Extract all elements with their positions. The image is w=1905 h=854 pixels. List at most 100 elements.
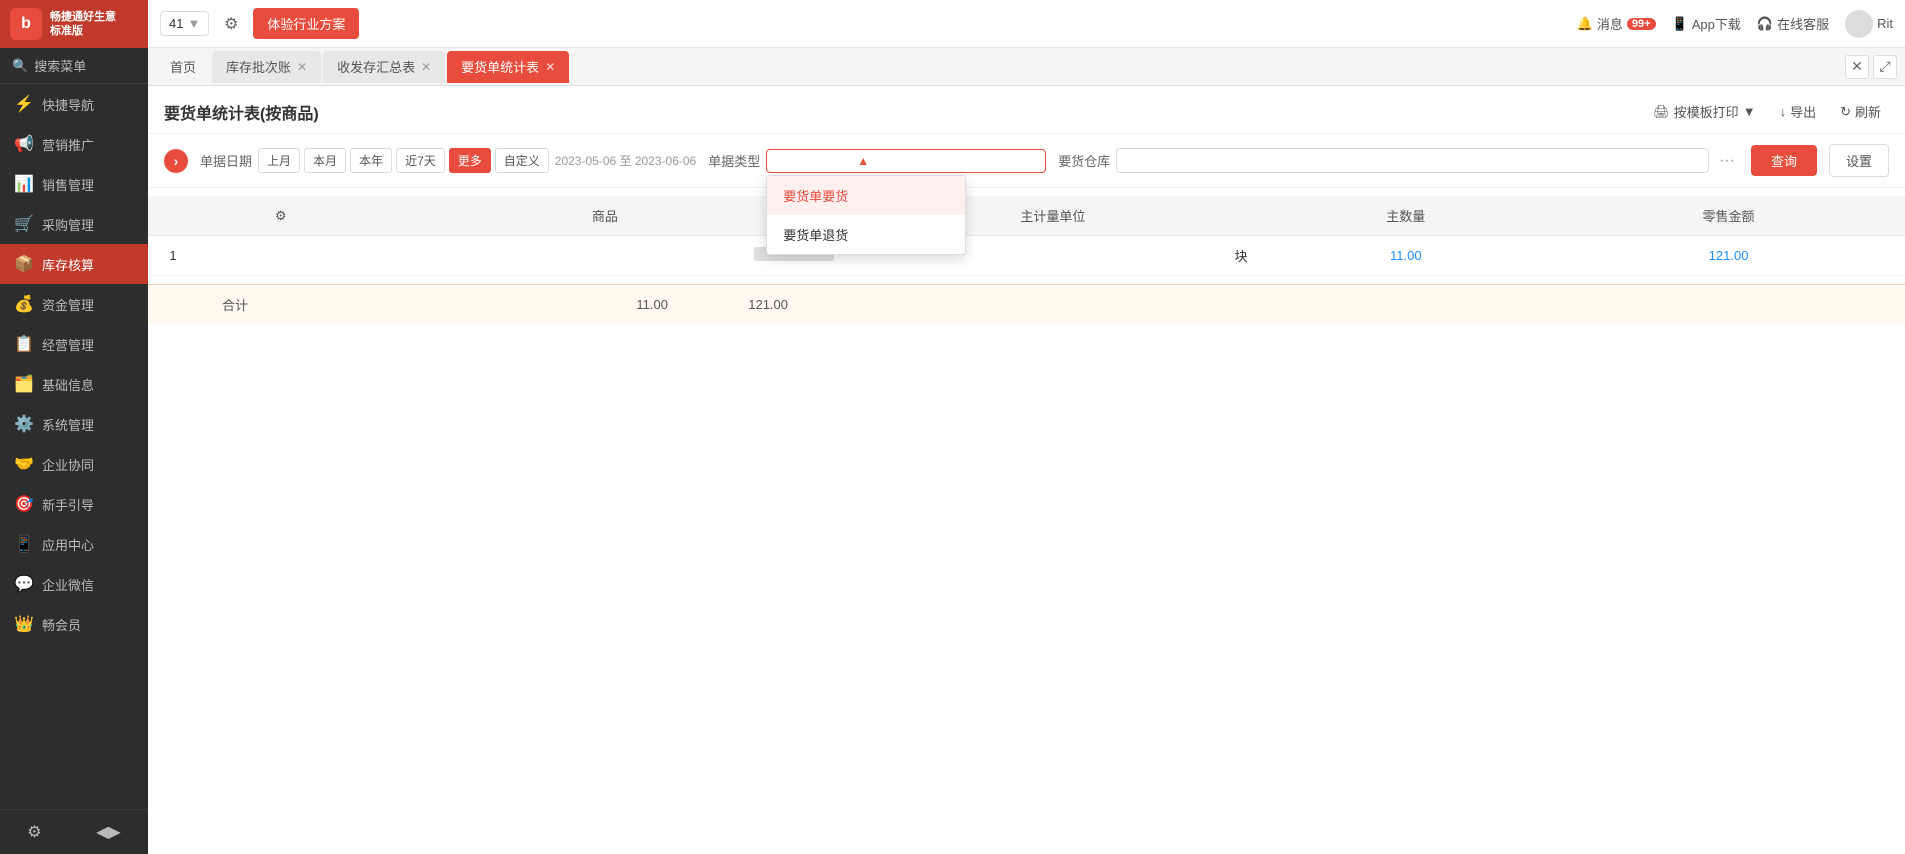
filter-bar: › 单据日期 上月 本月 本年 近7天 更多 自定义 2023-05-06 至 … [148, 134, 1905, 188]
sidebar-search[interactable]: 🔍 搜索菜单 [0, 48, 148, 84]
sidebar-item-apps[interactable]: 📱 应用中心 [0, 524, 148, 564]
this-year-btn[interactable]: 本年 [350, 148, 392, 173]
page-actions: 🖨 按模板打印 ▼ ↓ 导出 ↻ 刷新 [1645, 98, 1889, 125]
tab-receive-summary[interactable]: 收发存汇总表 ✕ [323, 51, 445, 83]
expand-tabs-btn[interactable]: ⤢ [1873, 55, 1897, 79]
print-template-btn[interactable]: 🖨 按模板打印 ▼ [1645, 98, 1763, 125]
cooperation-icon: 🤝 [14, 454, 34, 474]
sidebar-item-inventory[interactable]: 📦 库存核算 [0, 244, 148, 284]
topbar-right: 🔔 消息 99+ 📱 App下载 🎧 在线客服 Rit [1577, 10, 1893, 38]
sidebar-item-membership[interactable]: 👑 畅会员 [0, 604, 148, 644]
sidebar-item-sales[interactable]: 📊 销售管理 [0, 164, 148, 204]
footer-qty: 11.00 [580, 297, 680, 312]
tab-home[interactable]: 首页 [156, 51, 210, 83]
amount-link[interactable]: 121.00 [1709, 248, 1749, 263]
warehouse-input[interactable] [1116, 148, 1709, 173]
query-button[interactable]: 查询 [1751, 145, 1817, 176]
refresh-btn[interactable]: ↻ 刷新 [1832, 98, 1889, 125]
sidebar-item-cooperation[interactable]: 🤝 企业协同 [0, 444, 148, 484]
chevron-up-icon: ▲ [857, 154, 869, 168]
tabbar: 首页 库存批次账 ✕ 收发存汇总表 ✕ 要货单统计表 ✕ ✕ ⤢ [148, 48, 1905, 86]
avatar [1845, 10, 1873, 38]
custom-btn[interactable]: 自定义 [495, 148, 549, 173]
qty-link[interactable]: 11.00 [1390, 248, 1422, 263]
sidebar-item-label: 销售管理 [42, 175, 94, 194]
app-download-btn[interactable]: 📱 App下载 [1672, 14, 1741, 33]
topbar-left: 41 ▼ ⚙ 体验行业方案 [160, 8, 1569, 39]
more-btn[interactable]: 更多 [449, 148, 491, 173]
sidebar-item-guide[interactable]: 🎯 新手引导 [0, 484, 148, 524]
type-filter-group: 单据类型 ▲ 要货单要货 要货单退货 [708, 149, 1046, 173]
tab-close-order[interactable]: ✕ [545, 61, 555, 73]
sidebar: b 畅捷通好生意标准版 🔍 搜索菜单 ⚡ 快捷导航 📢 营销推广 📊 销售管理 … [0, 0, 148, 854]
trial-button[interactable]: 体验行业方案 [253, 8, 359, 39]
sidebar-item-quick-nav[interactable]: ⚡ 快捷导航 [0, 84, 148, 124]
messages-label: 消息 [1597, 14, 1623, 33]
close-all-tabs-btn[interactable]: ✕ [1845, 55, 1869, 79]
messages-btn[interactable]: 🔔 消息 99+ [1577, 14, 1656, 33]
guide-icon: 🎯 [14, 494, 34, 514]
main-area: 41 ▼ ⚙ 体验行业方案 🔔 消息 99+ 📱 App下载 🎧 在线客服 [148, 0, 1905, 854]
table-row: 1 块 11.00 121.00 [148, 236, 1905, 276]
col-amount: 零售金额 [1552, 196, 1905, 236]
date-shortcuts: 上月 本月 本年 近7天 更多 自定义 [258, 148, 549, 173]
sidebar-item-label: 采购管理 [42, 215, 94, 234]
inventory-icon: 📦 [14, 254, 34, 274]
footer-amount: 121.00 [680, 297, 800, 312]
table-gear-icon[interactable]: ⚙ [275, 208, 287, 223]
last-7-days-btn[interactable]: 近7天 [396, 148, 445, 173]
sidebar-nav: ⚡ 快捷导航 📢 营销推广 📊 销售管理 🛒 采购管理 📦 库存核算 💰 资金管… [0, 84, 148, 809]
sidebar-item-finance[interactable]: 💰 资金管理 [0, 284, 148, 324]
app-download-label: App下载 [1692, 14, 1741, 33]
sidebar-item-label: 应用中心 [42, 535, 94, 554]
tab-close-batch[interactable]: ✕ [297, 61, 307, 73]
batch-account-label: 库存批次账 [226, 57, 291, 76]
dropdown-item-return[interactable]: 要货单退货 [767, 215, 965, 254]
export-btn[interactable]: ↓ 导出 [1772, 98, 1825, 125]
user-menu[interactable]: Rit [1845, 10, 1893, 38]
tab-batch-account[interactable]: 库存批次账 ✕ [212, 51, 321, 83]
sidebar-item-purchase[interactable]: 🛒 采购管理 [0, 204, 148, 244]
type-filter-label: 单据类型 [708, 151, 760, 170]
sidebar-item-label: 新手引导 [42, 495, 94, 514]
app-logo: b [10, 8, 42, 40]
basic-icon: 🗂️ [14, 374, 34, 394]
type-select-box[interactable]: ▲ [766, 149, 1046, 173]
tab-close-receive[interactable]: ✕ [421, 61, 431, 73]
content-area: 要货单统计表(按商品) 🖨 按模板打印 ▼ ↓ 导出 ↻ 刷新 › [148, 86, 1905, 854]
cell-seq: 1 [148, 236, 198, 276]
online-service-btn[interactable]: 🎧 在线客服 [1757, 14, 1829, 33]
bell-icon: 🔔 [1577, 16, 1593, 32]
store-selector[interactable]: 41 ▼ [160, 11, 209, 36]
last-month-btn[interactable]: 上月 [258, 148, 300, 173]
sidebar-item-label: 资金管理 [42, 295, 94, 314]
sidebar-item-label: 快捷导航 [42, 95, 94, 114]
sidebar-item-label: 企业协同 [42, 455, 94, 474]
filter-expand-btn[interactable]: › [164, 149, 188, 173]
warehouse-more-btn[interactable]: ··· [1715, 152, 1739, 170]
sidebar-item-label: 畅会员 [42, 615, 81, 634]
sidebar-item-marketing[interactable]: 📢 营销推广 [0, 124, 148, 164]
col-qty: 主数量 [1260, 196, 1553, 236]
settings-footer-btn[interactable]: ⚙ [19, 818, 49, 846]
dropdown-item-order[interactable]: 要货单要货 [767, 176, 965, 215]
sidebar-item-wechat[interactable]: 💬 企业微信 [0, 564, 148, 604]
sidebar-item-system[interactable]: ⚙️ 系统管理 [0, 404, 148, 444]
warehouse-filter-group: 要货仓库 ··· [1058, 148, 1739, 173]
col-gear[interactable]: ⚙ [198, 196, 364, 236]
page-header: 要货单统计表(按商品) 🖨 按模板打印 ▼ ↓ 导出 ↻ 刷新 [148, 86, 1905, 134]
sidebar-item-label: 库存核算 [42, 255, 94, 274]
collapse-footer-btn[interactable]: ◀▶ [88, 818, 129, 846]
footer-product: 合计 [210, 295, 460, 314]
table-footer: 合计 11.00 121.00 [148, 284, 1905, 324]
this-month-btn[interactable]: 本月 [304, 148, 346, 173]
table-header-row: ⚙ 商品 主计量单位 主数量 零售金额 [148, 196, 1905, 236]
topbar-gear-btn[interactable]: ⚙ [217, 10, 245, 38]
sidebar-item-label: 经营管理 [42, 335, 94, 354]
settings-button[interactable]: 设置 [1829, 144, 1889, 177]
sidebar-item-operations[interactable]: 📋 经营管理 [0, 324, 148, 364]
sidebar-item-basic[interactable]: 🗂️ 基础信息 [0, 364, 148, 404]
table-container: ⚙ 商品 主计量单位 主数量 零售金额 1 [148, 188, 1905, 284]
tab-order-stats[interactable]: 要货单统计表 ✕ [447, 51, 569, 83]
refresh-label: 刷新 [1855, 102, 1881, 121]
